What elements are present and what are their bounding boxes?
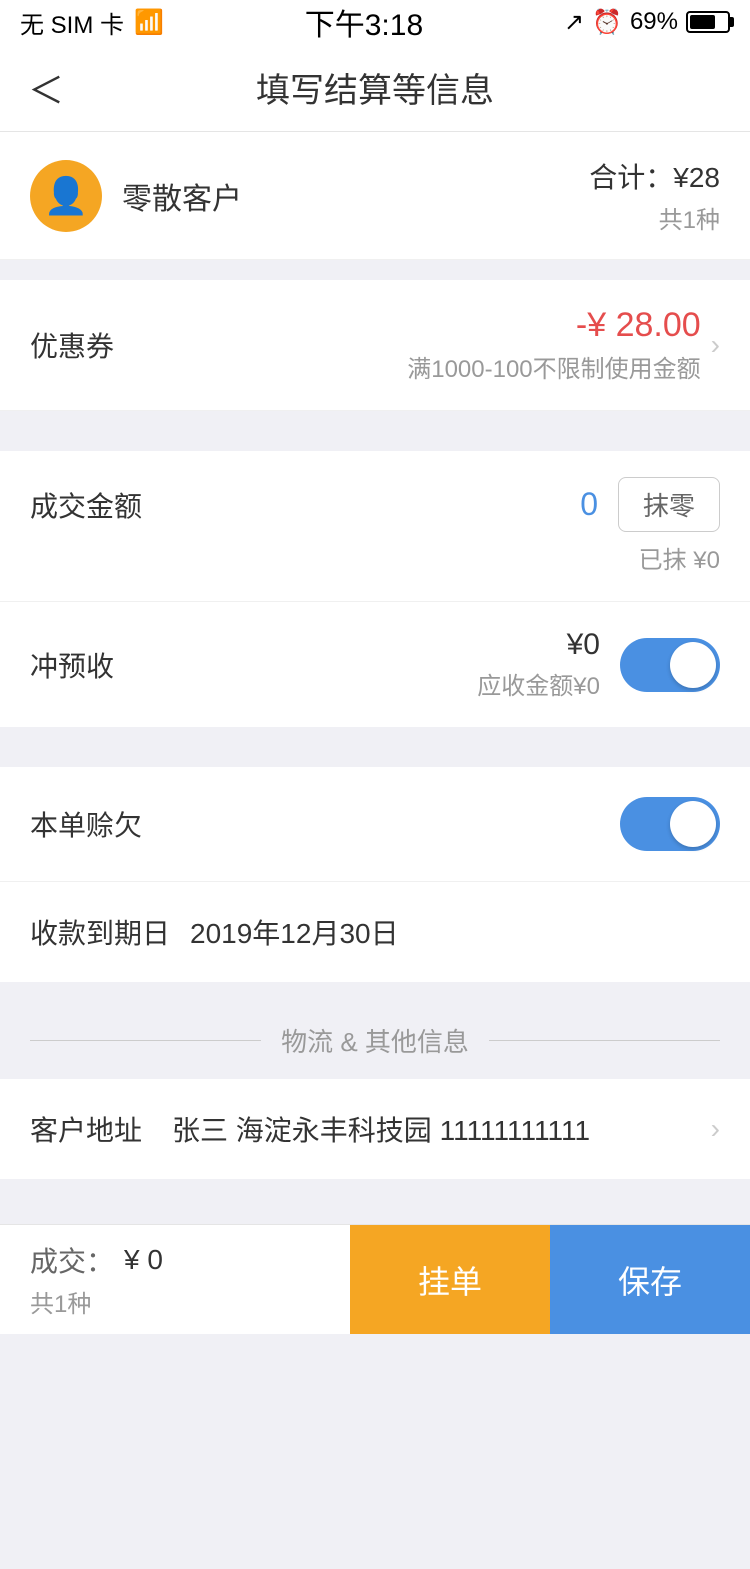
customer-row: 👤 零散客户 合计：¥28 共1种 (0, 132, 750, 260)
amount-input[interactable] (518, 486, 598, 523)
pre-collection-middle: ¥0 应收金额¥0 (114, 628, 600, 701)
back-button[interactable]: ＜ (28, 62, 64, 114)
due-date-value: 2019年12月30日 (190, 912, 399, 952)
main-content: 👤 零散客户 合计：¥28 共1种 优惠券 -¥ 28.00 满1000-100… (0, 132, 750, 1569)
pre-collection-row: 冲预收 ¥0 应收金额¥0 (0, 602, 750, 727)
customer-left: 👤 零散客户 (30, 160, 242, 232)
coupon-sub: 满1000-100不限制使用金额 (407, 349, 700, 384)
coupon-label: 优惠券 (30, 325, 114, 365)
logistics-title: 物流 & 其他信息 (281, 1022, 469, 1059)
amount-top: 成交金额 抹零 (30, 477, 720, 532)
address-label: 客户地址 (30, 1109, 142, 1149)
due-date-label: 收款到期日 (30, 912, 170, 952)
debt-label: 本单赊欠 (30, 804, 142, 844)
avatar-icon: 👤 (44, 175, 89, 217)
bottom-buttons: 挂单 保存 (350, 1225, 750, 1334)
avatar: 👤 (30, 160, 102, 232)
bottom-bar: 成交： ¥ 0 共1种 挂单 保存 (0, 1224, 750, 1334)
status-bar: 无 SIM 卡 📶 下午3:18 ↗ ⏰ 69% (0, 0, 750, 44)
customer-name: 零散客户 (122, 174, 242, 218)
address-section: 客户地址 张三 海淀永丰科技园 11111111111 › (0, 1079, 750, 1179)
customer-total: 合计：¥28 (589, 156, 720, 196)
address-value: 张三 海淀永丰科技园 11111111111 (172, 1109, 711, 1149)
divider-line-left (30, 1040, 261, 1041)
coupon-value: -¥ 28.00 (407, 306, 700, 345)
save-button[interactable]: 保存 (550, 1225, 750, 1334)
page-title: 填写结算等信息 (256, 63, 494, 112)
divider-line-right (489, 1040, 720, 1041)
deal-label: 成交： (30, 1240, 114, 1280)
logistics-header: 物流 & 其他信息 (0, 1002, 750, 1079)
debt-row: 本单赊欠 (0, 767, 750, 881)
amount-right: 抹零 (518, 477, 720, 532)
transaction-section: 成交金额 抹零 已抹 ¥0 冲预收 ¥0 应收金额¥0 (0, 451, 750, 727)
chevron-right-icon: › (711, 329, 720, 361)
customer-right: 合计：¥28 共1种 (589, 156, 720, 235)
section-divider-2 (0, 747, 750, 767)
hold-button[interactable]: 挂单 (350, 1225, 550, 1334)
pre-collection-toggle[interactable] (620, 638, 720, 692)
bottom-deal: 成交： ¥ 0 (30, 1240, 320, 1280)
customer-section: 👤 零散客户 合计：¥28 共1种 (0, 132, 750, 260)
chevron-right-address-icon: › (711, 1113, 720, 1145)
pre-collection-amount: ¥0 (114, 628, 600, 662)
section-divider-1 (0, 431, 750, 451)
debt-toggle-knob (670, 801, 716, 847)
due-date-row: 收款到期日 2019年12月30日 (0, 881, 750, 982)
bottom-count: 共1种 (30, 1284, 320, 1319)
status-time: 下午3:18 (305, 0, 423, 44)
coupon-row[interactable]: 优惠券 -¥ 28.00 满1000-100不限制使用金额 › (0, 280, 750, 411)
nav-bar: ＜ 填写结算等信息 (0, 44, 750, 132)
battery-percent: 69% (630, 8, 678, 36)
alarm-icon: ⏰ (592, 8, 622, 37)
location-icon: ↗ (564, 8, 584, 37)
pre-collection-label: 冲预收 (30, 645, 114, 685)
amount-label: 成交金额 (30, 485, 142, 525)
toggle-knob (670, 642, 716, 688)
battery-icon (686, 11, 730, 33)
coupon-section: 优惠券 -¥ 28.00 满1000-100不限制使用金额 › (0, 280, 750, 411)
carrier-label: 无 SIM 卡 (20, 5, 124, 40)
amount-row: 成交金额 抹零 已抹 ¥0 (0, 451, 750, 602)
customer-count: 共1种 (589, 200, 720, 235)
debt-section: 本单赊欠 收款到期日 2019年12月30日 (0, 767, 750, 982)
status-left: 无 SIM 卡 📶 (20, 5, 164, 40)
status-right: ↗ ⏰ 69% (564, 8, 730, 37)
bottom-info: 成交： ¥ 0 共1种 (0, 1240, 350, 1319)
deal-amount: ¥ 0 (124, 1244, 163, 1276)
coupon-right: -¥ 28.00 满1000-100不限制使用金额 › (407, 306, 720, 384)
amount-sub: 已抹 ¥0 (30, 540, 720, 575)
pre-collection-sub: 应收金额¥0 (114, 666, 600, 701)
wifi-icon: 📶 (134, 8, 164, 37)
logistics-header-inner: 物流 & 其他信息 (30, 1022, 720, 1059)
address-row[interactable]: 客户地址 张三 海淀永丰科技园 11111111111 › (0, 1079, 750, 1179)
round-zero-button[interactable]: 抹零 (618, 477, 720, 532)
debt-toggle[interactable] (620, 797, 720, 851)
